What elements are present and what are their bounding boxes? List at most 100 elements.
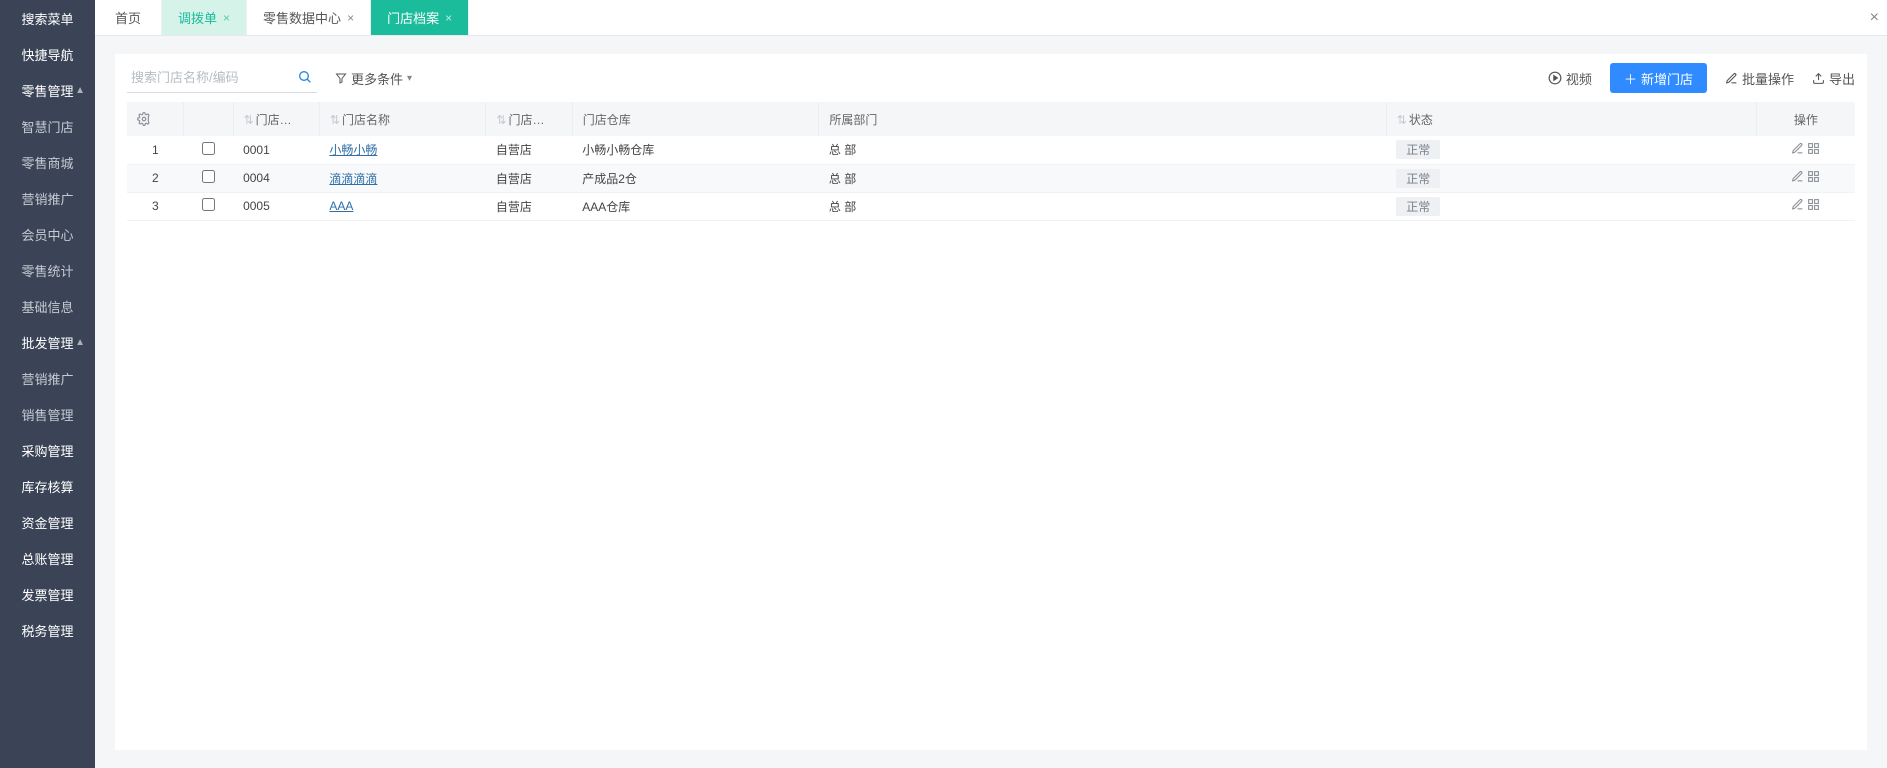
cell-name: AAA — [319, 192, 486, 220]
sidebar-item-basic-info[interactable]: 基础信息 — [0, 288, 95, 324]
sidebar-wholesale-mgmt[interactable]: 批发管理 ▲ — [0, 324, 95, 360]
row-checkbox[interactable] — [202, 198, 215, 211]
export-button[interactable]: 导出 — [1812, 69, 1855, 88]
sidebar-item-ledger[interactable]: 总账管理 — [0, 540, 95, 576]
more-conditions[interactable]: 更多条件 ▾ — [335, 69, 412, 88]
row-checkbox[interactable] — [202, 170, 215, 183]
store-table: ⇅门店… ⇅门店名称 ⇅门店… 门店仓库 所属部门 ⇅状态 操 — [127, 102, 1855, 221]
sort-icon: ⇅ — [1397, 113, 1407, 127]
sidebar-item-member-center[interactable]: 会员中心 — [0, 216, 95, 252]
more-row-icon[interactable] — [1807, 142, 1820, 155]
cell-type: 自营店 — [486, 192, 572, 220]
cell-status: 正常 — [1386, 164, 1756, 192]
sidebar-item-retail-stats[interactable]: 零售统计 — [0, 252, 95, 288]
sidebar-quicknav[interactable]: 快捷导航 — [0, 36, 95, 72]
sidebar-item-invoice[interactable]: 发票管理 — [0, 576, 95, 612]
cell-name: 小畅小畅 — [319, 136, 486, 164]
more-row-icon[interactable] — [1807, 170, 1820, 183]
more-row-icon[interactable] — [1807, 198, 1820, 211]
store-name-link[interactable]: AAA — [329, 199, 353, 213]
cell-status: 正常 — [1386, 136, 1756, 164]
sidebar-item-retail-mall[interactable]: 零售商城 — [0, 144, 95, 180]
cell-code: 0005 — [233, 192, 319, 220]
tab-home[interactable]: 首页 — [95, 0, 162, 35]
more-conditions-label: 更多条件 — [351, 69, 403, 88]
store-name-link[interactable]: 小畅小畅 — [329, 143, 377, 157]
search-input[interactable] — [127, 63, 317, 93]
col-checkbox — [184, 102, 233, 136]
add-store-button[interactable]: ＋ 新增门店 — [1610, 63, 1707, 93]
sidebar-item-funds[interactable]: 资金管理 — [0, 504, 95, 540]
sidebar: 搜索菜单 快捷导航 零售管理 ▲ 智慧门店 零售商城 营销推广 会员中心 零售统… — [0, 0, 95, 768]
sidebar-retail-mgmt-label: 零售管理 — [21, 81, 73, 100]
cell-warehouse: AAA仓库 — [572, 192, 819, 220]
play-icon — [1548, 71, 1562, 85]
caret-up-icon: ▲ — [75, 85, 85, 96]
tab-transfer-order-label: 调拨单 — [178, 8, 217, 27]
col-store-name[interactable]: ⇅门店名称 — [319, 102, 486, 136]
cell-dept: 总 部 — [819, 164, 1386, 192]
row-checkbox[interactable] — [202, 142, 215, 155]
export-icon — [1812, 72, 1825, 85]
col-store-code-label: 门店… — [256, 113, 292, 127]
edit-row-icon[interactable] — [1791, 198, 1804, 211]
export-label: 导出 — [1829, 69, 1855, 88]
edit-row-icon[interactable] — [1791, 142, 1804, 155]
col-store-warehouse[interactable]: 门店仓库 — [572, 102, 819, 136]
cell-warehouse: 产成品2仓 — [572, 164, 819, 192]
tab-store-archive-label: 门店档案 — [387, 8, 439, 27]
gear-icon — [137, 112, 173, 126]
edit-row-icon[interactable] — [1791, 170, 1804, 183]
col-ops: 操作 — [1756, 102, 1855, 136]
content-panel: 更多条件 ▾ 视频 ＋ 新增门店 批量操作 — [115, 54, 1867, 750]
sort-icon: ⇅ — [330, 113, 340, 127]
cell-checkbox — [184, 136, 233, 164]
status-badge: 正常 — [1396, 169, 1440, 188]
col-settings[interactable] — [127, 102, 184, 136]
col-store-dept[interactable]: 所属部门 — [819, 102, 1386, 136]
sidebar-wholesale-mgmt-label: 批发管理 — [21, 333, 73, 352]
close-all-tabs-icon[interactable]: × — [1870, 0, 1879, 36]
col-store-code[interactable]: ⇅门店… — [233, 102, 319, 136]
cell-ops — [1756, 136, 1855, 164]
search-icon[interactable] — [297, 69, 313, 85]
tab-transfer-order[interactable]: 调拨单 × — [162, 0, 247, 35]
tab-store-archive[interactable]: 门店档案 × — [371, 0, 469, 35]
col-store-status[interactable]: ⇅状态 — [1386, 102, 1756, 136]
toolbar: 更多条件 ▾ 视频 ＋ 新增门店 批量操作 — [115, 54, 1867, 102]
video-label: 视频 — [1566, 69, 1592, 88]
cell-warehouse: 小畅小畅仓库 — [572, 136, 819, 164]
cell-index: 2 — [127, 164, 184, 192]
sidebar-retail-mgmt[interactable]: 零售管理 ▲ — [0, 72, 95, 108]
cell-name: 滴滴滴滴 — [319, 164, 486, 192]
sidebar-search-menu[interactable]: 搜索菜单 — [0, 0, 95, 36]
video-link[interactable]: 视频 — [1548, 69, 1592, 88]
col-store-type[interactable]: ⇅门店… — [486, 102, 572, 136]
close-icon[interactable]: × — [445, 11, 452, 25]
sidebar-item-inventory[interactable]: 库存核算 — [0, 468, 95, 504]
table-wrap: ⇅门店… ⇅门店名称 ⇅门店… 门店仓库 所属部门 ⇅状态 操 — [115, 102, 1867, 221]
close-icon[interactable]: × — [347, 11, 354, 25]
sidebar-item-purchase[interactable]: 采购管理 — [0, 432, 95, 468]
sidebar-item-ws-sales[interactable]: 销售管理 — [0, 396, 95, 432]
batch-action-button[interactable]: 批量操作 — [1725, 69, 1794, 88]
store-name-link[interactable]: 滴滴滴滴 — [329, 172, 377, 186]
cell-dept: 总 部 — [819, 136, 1386, 164]
close-icon[interactable]: × — [223, 11, 230, 25]
col-store-status-label: 状态 — [1409, 113, 1433, 127]
tab-retail-data-center[interactable]: 零售数据中心 × — [247, 0, 371, 35]
sidebar-item-ws-marketing[interactable]: 营销推广 — [0, 360, 95, 396]
sidebar-item-marketing[interactable]: 营销推广 — [0, 180, 95, 216]
sort-icon: ⇅ — [244, 113, 254, 127]
add-store-label: 新增门店 — [1641, 69, 1693, 88]
cell-status: 正常 — [1386, 192, 1756, 220]
table-row: 10001小畅小畅自营店小畅小畅仓库总 部正常 — [127, 136, 1855, 164]
edit-icon — [1725, 72, 1738, 85]
batch-action-label: 批量操作 — [1742, 69, 1794, 88]
cell-checkbox — [184, 192, 233, 220]
tab-retail-data-center-label: 零售数据中心 — [263, 8, 341, 27]
sidebar-item-tax[interactable]: 税务管理 — [0, 612, 95, 648]
sidebar-item-smart-store[interactable]: 智慧门店 — [0, 108, 95, 144]
cell-code: 0001 — [233, 136, 319, 164]
cell-dept: 总 部 — [819, 192, 1386, 220]
